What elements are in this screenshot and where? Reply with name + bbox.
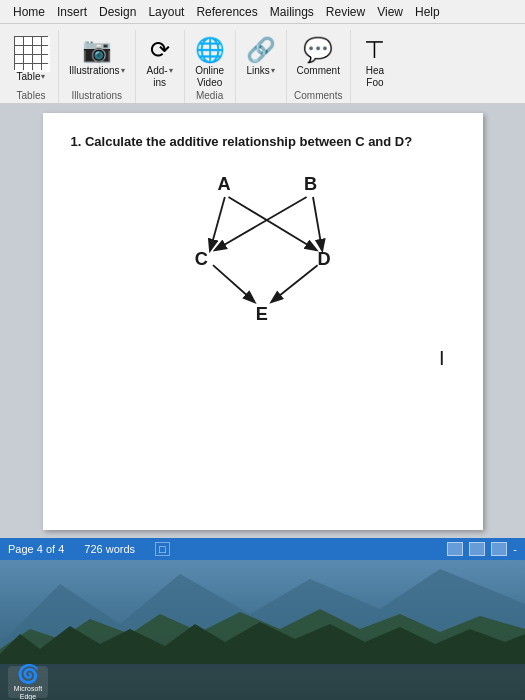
edge-A-C xyxy=(210,197,225,250)
links-button[interactable]: 🔗 Links ▾ xyxy=(242,34,280,79)
edge-taskbar-icon[interactable]: 🌀 Microsoft Edge xyxy=(8,666,48,698)
comment-label: Comment xyxy=(297,65,340,77)
ribbon-group-headerfooter: ⊤ Hea Foo xyxy=(351,30,399,103)
taskbar: 🌀 Microsoft Edge xyxy=(0,664,525,700)
online-video-label1: Online xyxy=(195,65,224,77)
menu-mailings[interactable]: Mailings xyxy=(265,3,319,21)
addins-icon: ⟳ xyxy=(150,36,170,64)
node-B-label: B xyxy=(303,174,316,194)
word-count: 726 words xyxy=(84,543,135,555)
status-bar: Page 4 of 4 726 words □ - xyxy=(0,538,525,560)
ribbon-group-comments-items: 💬 Comment xyxy=(293,30,344,90)
text-cursor: I xyxy=(439,347,445,369)
ribbon-group-addins: ⟳ Add- ▾ ins xyxy=(136,30,185,103)
table-icon xyxy=(14,36,48,70)
menu-view[interactable]: View xyxy=(372,3,408,21)
ribbon-group-headerfooter-items: ⊤ Hea Foo xyxy=(357,30,393,101)
media-group-label: Media xyxy=(196,90,223,103)
page-info: Page 4 of 4 xyxy=(8,543,64,555)
lang-indicator[interactable]: □ xyxy=(155,542,170,556)
menu-layout[interactable]: Layout xyxy=(143,3,189,21)
node-E-label: E xyxy=(255,304,267,324)
edge-C-E xyxy=(213,265,254,301)
document-page: 1. Calculate the additive relationship b… xyxy=(43,113,483,530)
ribbon-group-illustrations: 📷 Illustrations ▾ Illustrations xyxy=(59,30,136,103)
edge-D-E xyxy=(272,265,317,301)
header-label: Hea xyxy=(366,65,384,77)
taskbar-area: 🌀 Microsoft Edge xyxy=(0,560,525,700)
ribbon-group-links-items: 🔗 Links ▾ xyxy=(242,30,280,101)
illustrations-group-label: Illustrations xyxy=(72,90,123,103)
question-text: 1. Calculate the additive relationship b… xyxy=(71,133,455,151)
ribbon: Table ▾ Tables 📷 Illustrations ▾ xyxy=(0,24,525,105)
illustrations-icon: 📷 xyxy=(82,36,112,64)
illustrations-label: Illustrations xyxy=(69,65,120,77)
document-area: 1. Calculate the additive relationship b… xyxy=(0,105,525,538)
diagram-svg: A B C D E xyxy=(163,167,363,327)
menu-design[interactable]: Design xyxy=(94,3,141,21)
edge-logo-icon: 🌀 xyxy=(17,663,39,685)
ribbon-group-tables-items: Table ▾ xyxy=(10,30,52,90)
status-right-controls: - xyxy=(447,542,517,556)
menu-review[interactable]: Review xyxy=(321,3,370,21)
edge-B-D xyxy=(313,197,322,250)
online-video-label2: Video xyxy=(197,77,222,88)
mountain-silhouette xyxy=(0,564,525,664)
ribbon-group-tables: Table ▾ Tables xyxy=(4,30,59,103)
ribbon-group-addins-items: ⟳ Add- ▾ ins xyxy=(142,30,178,101)
table-button[interactable]: Table ▾ xyxy=(10,34,52,85)
menu-insert[interactable]: Insert xyxy=(52,3,92,21)
comment-icon: 💬 xyxy=(303,36,333,64)
ribbon-content: Table ▾ Tables 📷 Illustrations ▾ xyxy=(4,28,521,103)
node-A-label: A xyxy=(217,174,230,194)
header-footer-button[interactable]: ⊤ Hea Foo xyxy=(357,34,393,90)
online-video-button[interactable]: 🌐 Online Video xyxy=(191,34,229,90)
menu-home[interactable]: Home xyxy=(8,3,50,21)
table-caret: ▾ xyxy=(41,72,45,81)
view-mode-btn-3[interactable] xyxy=(491,542,507,556)
comments-group-label: Comments xyxy=(294,90,342,103)
ribbon-group-media-items: 🌐 Online Video xyxy=(191,30,229,90)
links-caret: ▾ xyxy=(271,66,275,75)
view-mode-btn-2[interactable] xyxy=(469,542,485,556)
addins-sublabel: ins xyxy=(153,77,166,88)
view-mode-btn-1[interactable] xyxy=(447,542,463,556)
comment-button[interactable]: 💬 Comment xyxy=(293,34,344,79)
table-button-label: Table xyxy=(17,71,41,83)
ribbon-group-comments: 💬 Comment Comments xyxy=(287,30,351,103)
online-video-icon: 🌐 xyxy=(195,36,225,64)
addins-label: Add- xyxy=(147,65,168,77)
node-D-label: D xyxy=(317,249,330,269)
illustrations-caret: ▾ xyxy=(121,66,125,75)
diagram-container: A B C D E xyxy=(163,167,363,327)
header-footer-icon: ⊤ xyxy=(364,36,385,64)
node-C-label: C xyxy=(194,249,207,269)
addins-caret: ▾ xyxy=(169,66,173,75)
addins-button[interactable]: ⟳ Add- ▾ ins xyxy=(142,34,178,90)
menu-help[interactable]: Help xyxy=(410,3,445,21)
edge-A-D xyxy=(228,197,315,250)
ribbon-group-media: 🌐 Online Video Media xyxy=(185,30,236,103)
ribbon-group-links: 🔗 Links ▾ xyxy=(236,30,287,103)
edge-B-C xyxy=(215,197,306,250)
edge-taskbar-label: Microsoft Edge xyxy=(8,685,48,700)
menu-bar: Home Insert Design Layout References Mai… xyxy=(0,0,525,24)
footer-label: Foo xyxy=(366,77,383,88)
illustrations-button[interactable]: 📷 Illustrations ▾ xyxy=(65,34,129,79)
ribbon-group-illustrations-items: 📷 Illustrations ▾ xyxy=(65,30,129,90)
word-application: Home Insert Design Layout References Mai… xyxy=(0,0,525,560)
links-label: Links xyxy=(246,65,269,77)
menu-references[interactable]: References xyxy=(191,3,262,21)
links-icon: 🔗 xyxy=(246,36,276,64)
dash-indicator: - xyxy=(513,543,517,555)
tables-group-label: Tables xyxy=(17,90,46,103)
